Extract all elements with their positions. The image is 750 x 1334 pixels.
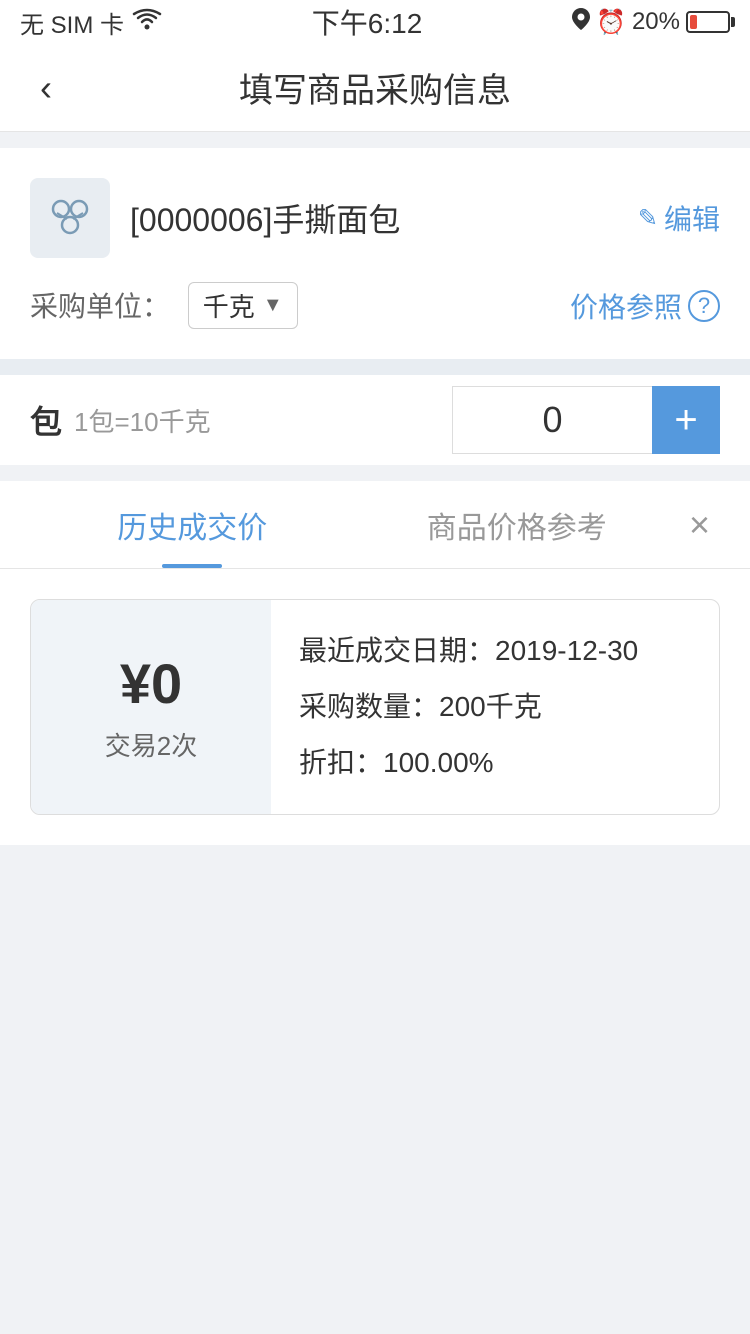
unit-arrow-icon: ▼ <box>263 294 283 317</box>
tab-price-ref[interactable]: 商品价格参考 <box>354 481 678 568</box>
wifi-icon <box>132 8 162 37</box>
unit-label: 采购单位： <box>30 291 170 322</box>
quantity-label: 包 1包=10千克 <box>30 397 211 443</box>
history-quantity-value: 200千克 <box>439 691 542 722</box>
status-bar: 无 SIM 卡 下午6:12 ⏰ 20% <box>0 0 750 44</box>
tab-history-label: 历史成交价 <box>117 503 267 547</box>
tab-bar: 历史成交价 商品价格参考 × <box>0 481 750 569</box>
status-right: ⏰ 20% <box>572 8 730 37</box>
tab-section: 历史成交价 商品价格参考 × ¥0 交易2次 最近成交日期：2019-12-30… <box>0 481 750 845</box>
location-icon <box>572 8 590 37</box>
history-date: 最近成交日期：2019-12-30 <box>299 630 691 672</box>
history-quantity-label: 采购数量： <box>299 691 439 722</box>
history-right: 最近成交日期：2019-12-30 采购数量：200千克 折扣：100.00% <box>271 600 719 814</box>
history-trades: 交易2次 <box>105 726 197 763</box>
quantity-section: 包 1包=10千克 0 + <box>0 375 750 465</box>
edit-button[interactable]: ✎ 编辑 <box>638 198 720 238</box>
product-header: [0000006]手撕面包 ✎ 编辑 <box>30 178 720 258</box>
history-price: ¥0 <box>120 651 182 716</box>
quantity-input-display[interactable]: 0 <box>452 386 652 454</box>
unit-select[interactable]: 千克 ▼ <box>188 282 298 329</box>
quantity-plus-button[interactable]: + <box>652 386 720 454</box>
tab-price-ref-label: 商品价格参考 <box>427 503 607 547</box>
edit-label: 编辑 <box>664 198 720 238</box>
history-discount: 折扣：100.00% <box>299 742 691 784</box>
history-discount-value: 100.00% <box>383 747 494 778</box>
product-unit-row: 采购单位： 千克 ▼ 价格参照 ? <box>30 282 720 329</box>
battery-icon <box>686 11 730 33</box>
unit-row-left: 采购单位： 千克 ▼ <box>30 282 298 329</box>
carrier-text: 无 SIM 卡 <box>20 5 124 40</box>
status-left: 无 SIM 卡 <box>20 5 162 40</box>
unit-value: 千克 <box>203 287 255 324</box>
tab-close-button[interactable]: × <box>679 494 720 556</box>
page-title: 填写商品采购信息 <box>239 63 511 112</box>
product-name: [0000006]手撕面包 <box>130 195 400 241</box>
history-left: ¥0 交易2次 <box>31 600 271 814</box>
price-ref-button[interactable]: 价格参照 ? <box>570 286 720 326</box>
history-card: ¥0 交易2次 最近成交日期：2019-12-30 采购数量：200千克 折扣：… <box>30 599 720 815</box>
tab-history[interactable]: 历史成交价 <box>30 481 354 568</box>
edit-icon: ✎ <box>638 204 658 233</box>
back-button[interactable]: ‹ <box>30 57 62 119</box>
status-time: 下午6:12 <box>312 2 423 42</box>
help-icon: ? <box>688 290 720 322</box>
divider-1 <box>0 359 750 375</box>
price-ref-label: 价格参照 <box>570 286 682 326</box>
quantity-unit-desc: 1包=10千克 <box>74 402 211 439</box>
history-discount-label: 折扣： <box>299 747 383 778</box>
history-quantity: 采购数量：200千克 <box>299 686 691 728</box>
nav-bar: ‹ 填写商品采购信息 <box>0 44 750 132</box>
product-logo <box>30 178 110 258</box>
history-date-value: 2019-12-30 <box>495 635 638 666</box>
alarm-icon: ⏰ <box>596 8 626 37</box>
product-left: [0000006]手撕面包 <box>30 178 400 258</box>
quantity-unit-badge: 包 <box>30 397 62 443</box>
quantity-control: 0 + <box>452 386 720 454</box>
product-section: [0000006]手撕面包 ✎ 编辑 采购单位： 千克 ▼ 价格参照 ? <box>0 148 750 359</box>
history-date-label: 最近成交日期： <box>299 635 495 666</box>
history-content: ¥0 交易2次 最近成交日期：2019-12-30 采购数量：200千克 折扣：… <box>0 569 750 845</box>
battery-percent: 20% <box>632 8 680 36</box>
